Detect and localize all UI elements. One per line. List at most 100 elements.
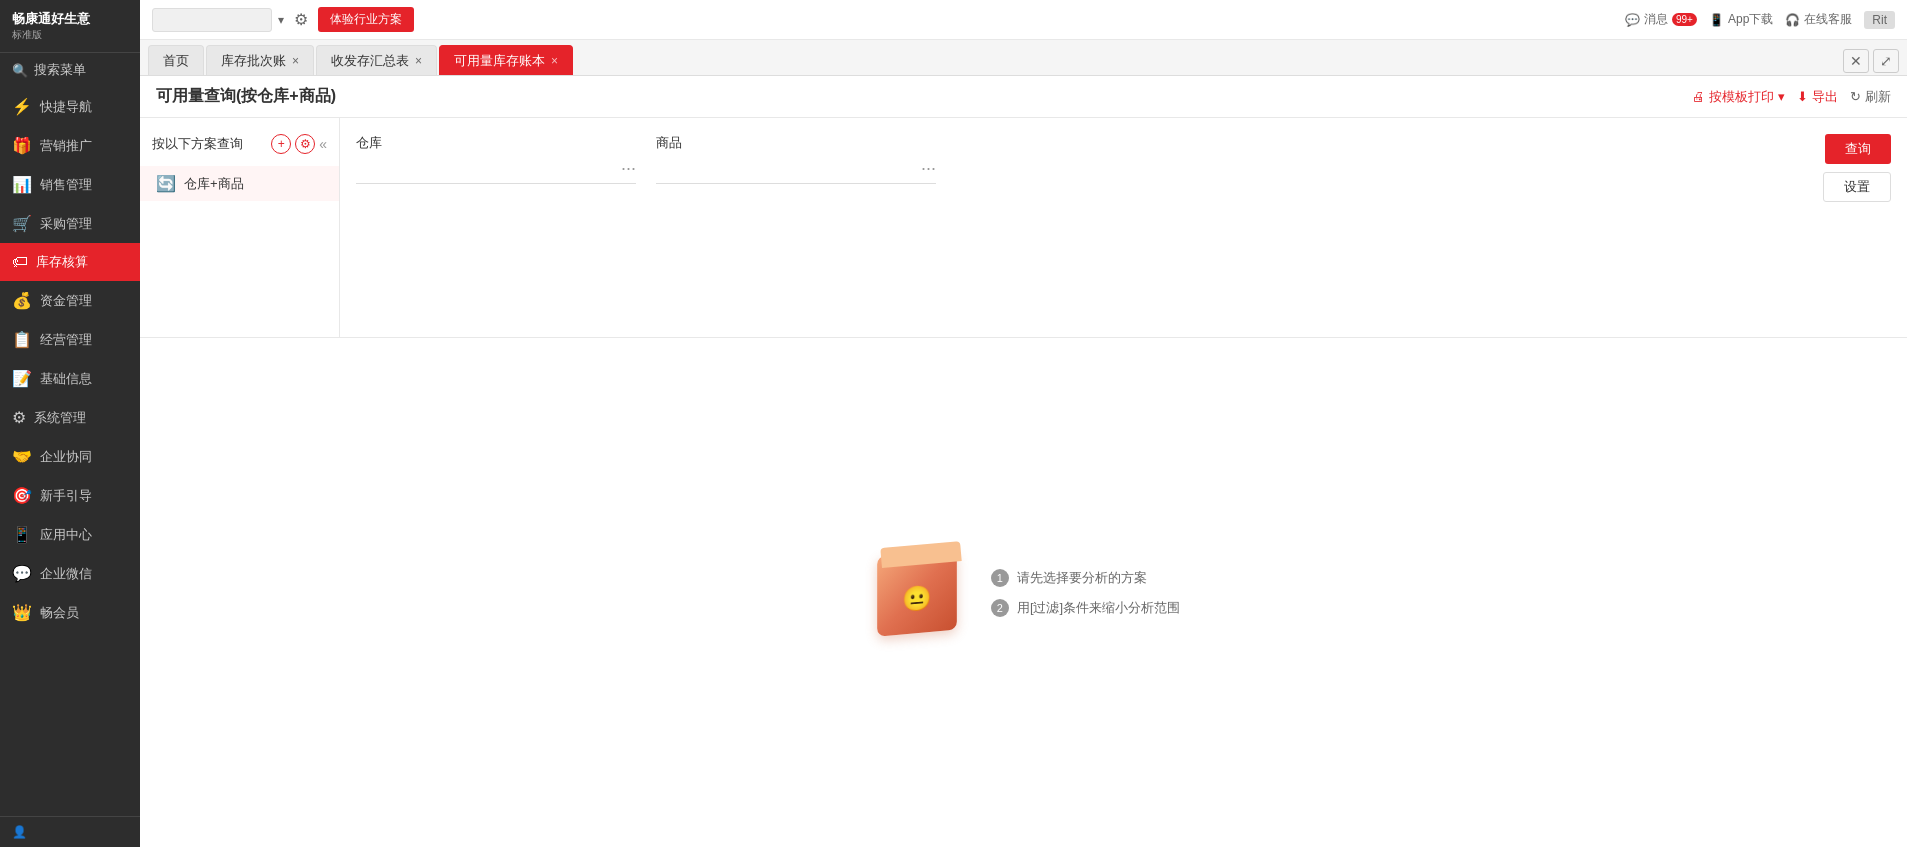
- sidebar-item-corp-wechat[interactable]: 💬 企业微信: [0, 554, 140, 593]
- refresh-label: 刷新: [1865, 88, 1891, 106]
- sidebar-item-label: 系统管理: [34, 409, 86, 427]
- sidebar-item-label: 应用中心: [40, 526, 92, 544]
- sidebar-item-sales[interactable]: 📊 销售管理: [0, 165, 140, 204]
- sidebar-item-app-center[interactable]: 📱 应用中心: [0, 515, 140, 554]
- sidebar-bottom[interactable]: 👤: [0, 816, 140, 847]
- query-right: 查询 设置: [1807, 118, 1907, 337]
- industry-solution-button[interactable]: 体验行业方案: [318, 7, 414, 32]
- close-tab-btn[interactable]: ✕: [1843, 49, 1869, 73]
- breadcrumb-input[interactable]: [152, 8, 272, 32]
- empty-hint-1: 1 请先选择要分析的方案: [991, 569, 1180, 587]
- sidebar-item-marketing[interactable]: 🎁 营销推广: [0, 126, 140, 165]
- sidebar-item-inventory[interactable]: 🏷 库存核算: [0, 243, 140, 281]
- membership-icon: 👑: [12, 603, 32, 622]
- tab-home[interactable]: 首页: [148, 45, 204, 75]
- sidebar-item-label: 畅会员: [40, 604, 79, 622]
- sidebar-item-basic-info[interactable]: 📝 基础信息: [0, 359, 140, 398]
- tab-available-ledger[interactable]: 可用量库存账本 ×: [439, 45, 573, 75]
- sidebar-item-operations[interactable]: 📋 经营管理: [0, 320, 140, 359]
- scheme-settings-button[interactable]: ⚙: [295, 134, 315, 154]
- export-label: 导出: [1812, 88, 1838, 106]
- sidebar-item-membership[interactable]: 👑 畅会员: [0, 593, 140, 632]
- collapse-button[interactable]: «: [319, 136, 327, 152]
- query-fields: 仓库 ··· 商品 ···: [340, 118, 1807, 337]
- system-icon: ⚙: [12, 408, 26, 427]
- sidebar: 畅康通好生意 标准版 🔍 搜索菜单 ⚡ 快捷导航 🎁 营销推广 📊 销售管理 🛒…: [0, 0, 140, 847]
- sidebar-item-newbie[interactable]: 🎯 新手引导: [0, 476, 140, 515]
- user-avatar[interactable]: Rit: [1864, 11, 1895, 29]
- refresh-icon: ↻: [1850, 89, 1861, 104]
- product-input[interactable]: [656, 161, 915, 176]
- sidebar-item-label: 企业微信: [40, 565, 92, 583]
- headset-icon: 🎧: [1785, 13, 1800, 27]
- message-label: 消息: [1644, 11, 1668, 28]
- message-action[interactable]: 💬 消息 99+: [1625, 11, 1697, 28]
- print-label: 按模板打印: [1709, 88, 1774, 106]
- scheme-item-icon: 🔄: [156, 174, 176, 193]
- search-icon: 🔍: [12, 63, 28, 78]
- hint-text-1: 请先选择要分析的方案: [1017, 569, 1147, 587]
- sidebar-item-label: 采购管理: [40, 215, 92, 233]
- sidebar-item-label: 销售管理: [40, 176, 92, 194]
- sidebar-search[interactable]: 🔍 搜索菜单: [0, 53, 140, 87]
- sidebar-search-label: 搜索菜单: [34, 61, 86, 79]
- query-sidebar-actions: + ⚙ «: [271, 134, 327, 154]
- hint-text-2: 用[过滤]条件来缩小分析范围: [1017, 599, 1180, 617]
- product-more-button[interactable]: ···: [921, 158, 936, 179]
- sidebar-item-label: 库存核算: [36, 253, 88, 271]
- sidebar-item-label: 新手引导: [40, 487, 92, 505]
- tab-available-ledger-close[interactable]: ×: [551, 54, 558, 68]
- sidebar-item-purchase[interactable]: 🛒 采购管理: [0, 204, 140, 243]
- query-sidebar-header: 按以下方案查询 + ⚙ «: [140, 130, 339, 158]
- sidebar-item-corp[interactable]: 🤝 企业协同: [0, 437, 140, 476]
- tab-receive-summary[interactable]: 收发存汇总表 ×: [316, 45, 437, 75]
- product-field: 商品 ···: [656, 134, 936, 184]
- warehouse-input[interactable]: [356, 161, 615, 176]
- page-title-bar: 可用量查询(按仓库+商品) 🖨 按模板打印 ▾ ⬇ 导出 ↻ 刷新: [140, 76, 1907, 118]
- tab-batch-account-label: 库存批次账: [221, 52, 286, 70]
- print-dropdown-icon: ▾: [1778, 89, 1785, 104]
- page-actions: 🖨 按模板打印 ▾ ⬇ 导出 ↻ 刷新: [1692, 88, 1891, 106]
- tab-receive-summary-label: 收发存汇总表: [331, 52, 409, 70]
- tab-receive-summary-close[interactable]: ×: [415, 54, 422, 68]
- query-scheme-item[interactable]: 🔄 仓库+商品: [140, 166, 339, 201]
- corp-wechat-icon: 💬: [12, 564, 32, 583]
- scheme-item-label: 仓库+商品: [184, 175, 244, 193]
- print-icon: 🖨: [1692, 89, 1705, 104]
- print-button[interactable]: 🖨 按模板打印 ▾: [1692, 88, 1785, 106]
- settings-icon: ⚙: [300, 137, 311, 151]
- sidebar-item-system[interactable]: ⚙ 系统管理: [0, 398, 140, 437]
- online-service-label: 在线客服: [1804, 11, 1852, 28]
- tabs-right-actions: ✕ ⤢: [1843, 49, 1907, 75]
- hint-number-1: 1: [991, 569, 1009, 587]
- message-badge: 99+: [1672, 13, 1697, 26]
- column-settings-button[interactable]: 设置: [1823, 172, 1891, 202]
- sidebar-item-label: 资金管理: [40, 292, 92, 310]
- marketing-icon: 🎁: [12, 136, 32, 155]
- warehouse-more-button[interactable]: ···: [621, 158, 636, 179]
- add-scheme-button[interactable]: +: [271, 134, 291, 154]
- tab-batch-account[interactable]: 库存批次账 ×: [206, 45, 314, 75]
- online-service-action[interactable]: 🎧 在线客服: [1785, 11, 1852, 28]
- message-icon: 💬: [1625, 13, 1640, 27]
- empty-state: 1 请先选择要分析的方案 2 用[过滤]条件来缩小分析范围: [140, 338, 1907, 847]
- query-button[interactable]: 查询: [1825, 134, 1891, 164]
- corp-icon: 🤝: [12, 447, 32, 466]
- sidebar-item-label: 快捷导航: [40, 98, 92, 116]
- main-area: ▾ ⚙ 体验行业方案 💬 消息 99+ 📱 App下载 🎧 在线客服 Rit: [140, 0, 1907, 847]
- export-button[interactable]: ⬇ 导出: [1797, 88, 1838, 106]
- sidebar-nav: ⚡ 快捷导航 🎁 营销推广 📊 销售管理 🛒 采购管理 🏷 库存核算 💰 资金管…: [0, 87, 140, 816]
- header-left: ▾ ⚙ 体验行业方案: [152, 7, 1617, 32]
- dropdown-arrow-icon[interactable]: ▾: [278, 13, 284, 27]
- expand-tab-btn[interactable]: ⤢: [1873, 49, 1899, 73]
- settings-gear-button[interactable]: ⚙: [290, 8, 312, 31]
- sidebar-item-quick-nav[interactable]: ⚡ 快捷导航: [0, 87, 140, 126]
- finance-icon: 💰: [12, 291, 32, 310]
- refresh-button[interactable]: ↻ 刷新: [1850, 88, 1891, 106]
- empty-hint-2: 2 用[过滤]条件来缩小分析范围: [991, 599, 1180, 617]
- tab-available-ledger-label: 可用量库存账本: [454, 52, 545, 70]
- tab-batch-account-close[interactable]: ×: [292, 54, 299, 68]
- sidebar-item-finance[interactable]: 💰 资金管理: [0, 281, 140, 320]
- app-download-action[interactable]: 📱 App下载: [1709, 11, 1773, 28]
- empty-hints: 1 请先选择要分析的方案 2 用[过滤]条件来缩小分析范围: [991, 569, 1180, 617]
